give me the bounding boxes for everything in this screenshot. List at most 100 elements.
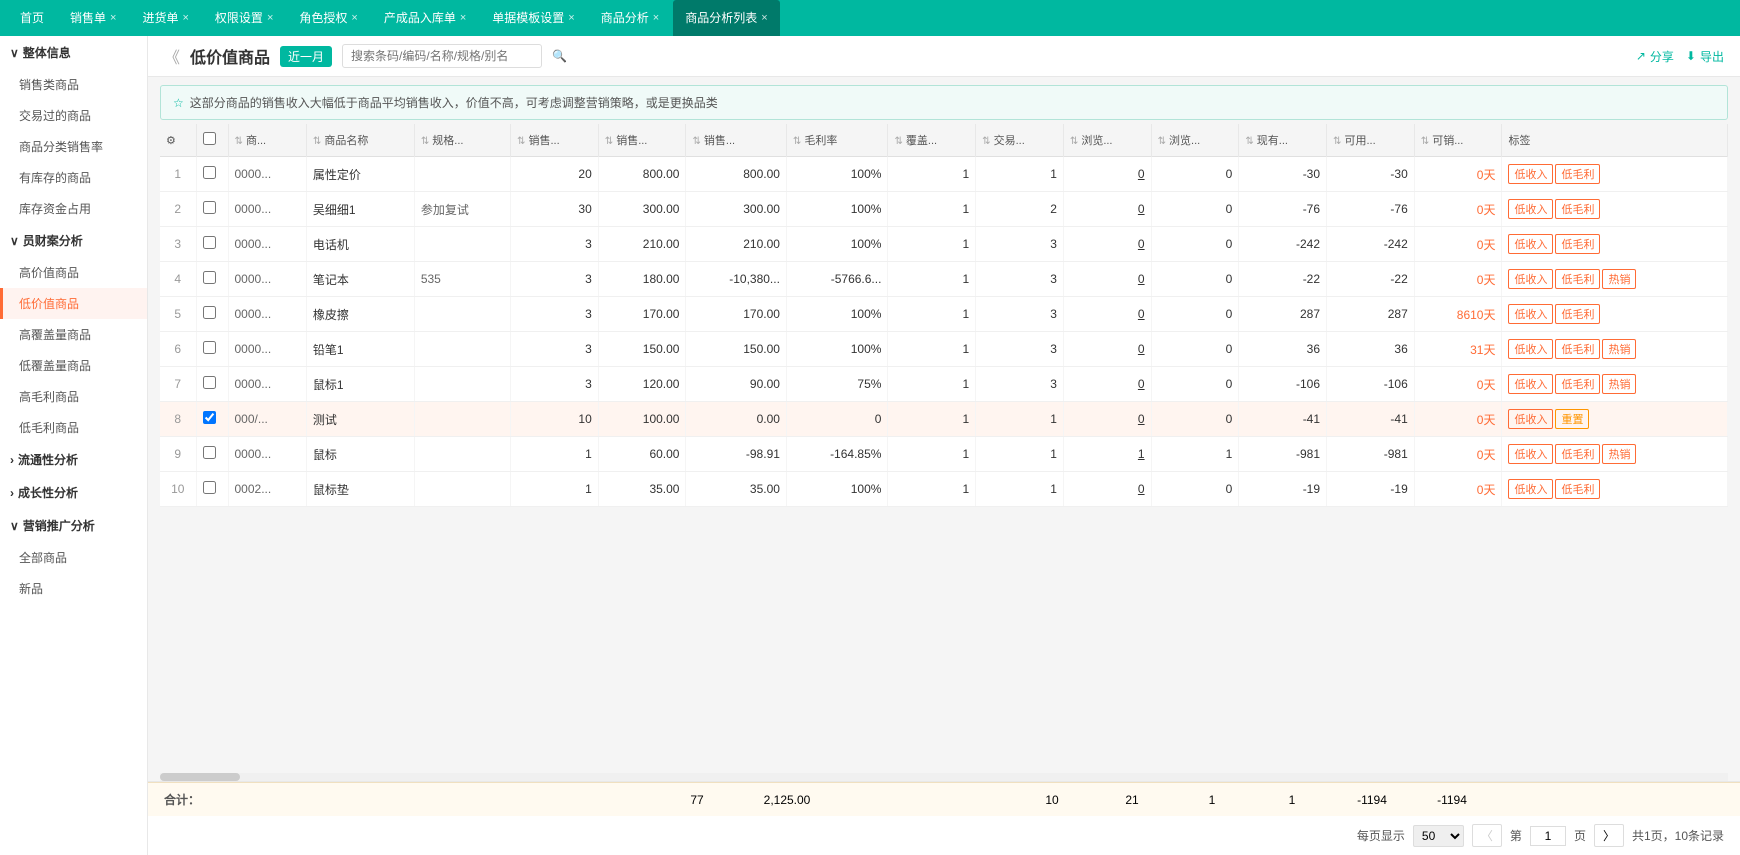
page-size-select[interactable]: 50 100: [1413, 825, 1464, 847]
views-link[interactable]: 0: [1138, 237, 1145, 251]
select-all-checkbox[interactable]: [203, 132, 216, 145]
views-link[interactable]: 0: [1138, 167, 1145, 181]
spec-column-header[interactable]: ⇅ 规格...: [414, 124, 510, 157]
row-margin: 75%: [786, 367, 888, 402]
collapse-sidebar-icon[interactable]: 《: [164, 44, 180, 68]
product-tag: 低收入: [1508, 374, 1553, 394]
close-icon[interactable]: ×: [653, 0, 659, 36]
nav-template[interactable]: 单据模板设置 ×: [480, 0, 586, 36]
export-button[interactable]: ⬇ 导出: [1686, 48, 1724, 65]
row-name: 橡皮擦: [306, 297, 414, 332]
data-table: ⚙ ⇅ 商... ⇅ 商品名称 ⇅ 规格... ⇅ 销售... ⇅ 销售... …: [160, 124, 1728, 507]
settings-column-header[interactable]: ⚙: [160, 124, 196, 157]
sidebar-group-overall[interactable]: ∨ 整体信息: [0, 36, 147, 69]
nav-goods-analysis[interactable]: 商品分析 ×: [589, 0, 671, 36]
product-tag: 低收入: [1508, 164, 1553, 184]
sidebar-item-low-value[interactable]: 低价值商品: [0, 288, 147, 319]
close-icon[interactable]: ×: [110, 0, 116, 36]
nav-product-in[interactable]: 产成品入库单 ×: [372, 0, 478, 36]
views-link[interactable]: 1: [1138, 447, 1145, 461]
search-input[interactable]: [342, 44, 542, 68]
row-checkbox[interactable]: [196, 297, 228, 332]
sidebar-group-finance[interactable]: ∨ 员财案分析: [0, 224, 147, 257]
horizontal-scrollbar[interactable]: [160, 773, 1728, 781]
row-checkbox[interactable]: [196, 157, 228, 192]
sales-qty-column-header[interactable]: ⇅ 销售...: [511, 124, 599, 157]
row-checkbox[interactable]: [196, 367, 228, 402]
close-icon[interactable]: ×: [460, 0, 466, 36]
filter-tag-recent-month[interactable]: 近一月: [280, 46, 332, 67]
views-link[interactable]: 0: [1138, 202, 1145, 216]
views-link[interactable]: 0: [1138, 377, 1145, 391]
sidebar-group-marketing[interactable]: ∨ 营销推广分析: [0, 509, 147, 542]
coverage-column-header[interactable]: ⇅ 覆盖...: [888, 124, 976, 157]
sidebar-item-low-margin[interactable]: 低毛利商品: [0, 412, 147, 443]
row-checkbox[interactable]: [196, 227, 228, 262]
share-icon: ↗: [1636, 49, 1646, 63]
close-icon[interactable]: ×: [761, 0, 767, 36]
checkbox-column-header[interactable]: [196, 124, 228, 157]
views-link[interactable]: 0: [1138, 272, 1145, 286]
row-sales-qty: 3: [511, 227, 599, 262]
sidebar-item-high-value[interactable]: 高价值商品: [0, 257, 147, 288]
row-trades: 3: [976, 332, 1064, 367]
views-link[interactable]: 0: [1138, 412, 1145, 426]
views-link[interactable]: 0: [1138, 482, 1145, 496]
sidebar-item-category-rate[interactable]: 商品分类销售率: [0, 131, 147, 162]
sales-val-column-header[interactable]: ⇅ 销售...: [686, 124, 786, 157]
scrollbar-thumb[interactable]: [160, 773, 240, 781]
row-name: 测试: [306, 402, 414, 437]
views1-column-header[interactable]: ⇅ 浏览...: [1063, 124, 1151, 157]
sidebar-item-new-goods[interactable]: 新品: [0, 573, 147, 604]
nav-home[interactable]: 首页: [8, 0, 56, 36]
views-link[interactable]: 0: [1138, 307, 1145, 321]
sidebar-item-sales-goods[interactable]: 销售类商品: [0, 69, 147, 100]
sidebar-group-growth[interactable]: › 成长性分析: [0, 476, 147, 509]
close-icon[interactable]: ×: [351, 0, 357, 36]
sidebar-item-stock-fund[interactable]: 库存资金占用: [0, 193, 147, 224]
name-column-header[interactable]: ⇅ 商品名称: [306, 124, 414, 157]
saleable-column-header[interactable]: ⇅ 可销...: [1414, 124, 1502, 157]
row-spec: [414, 157, 510, 192]
sidebar-item-high-coverage[interactable]: 高覆盖量商品: [0, 319, 147, 350]
row-checkbox[interactable]: [196, 472, 228, 507]
sidebar-item-traded-goods[interactable]: 交易过的商品: [0, 100, 147, 131]
total-coverage: 10: [1012, 793, 1092, 807]
margin-column-header[interactable]: ⇅ 毛利率: [786, 124, 888, 157]
nav-sales[interactable]: 销售单 ×: [58, 0, 128, 36]
views2-column-header[interactable]: ⇅ 浏览...: [1151, 124, 1239, 157]
row-checkbox[interactable]: [196, 192, 228, 227]
sidebar-item-all-goods[interactable]: 全部商品: [0, 542, 147, 573]
sidebar-item-stock-goods[interactable]: 有库存的商品: [0, 162, 147, 193]
views-link[interactable]: 0: [1138, 342, 1145, 356]
sidebar-item-high-margin[interactable]: 高毛利商品: [0, 381, 147, 412]
nav-permission[interactable]: 权限设置 ×: [203, 0, 285, 36]
row-tags: 低收入低毛利热销: [1502, 332, 1728, 367]
row-margin: 100%: [786, 472, 888, 507]
row-checkbox[interactable]: [196, 402, 228, 437]
row-checkbox[interactable]: [196, 437, 228, 472]
close-icon[interactable]: ×: [267, 0, 273, 36]
sales-amt-column-header[interactable]: ⇅ 销售...: [598, 124, 686, 157]
close-icon[interactable]: ×: [182, 0, 188, 36]
share-button[interactable]: ↗ 分享: [1636, 48, 1674, 65]
prev-page-button[interactable]: 〈: [1472, 824, 1502, 847]
nav-goods-analysis-list[interactable]: 商品分析列表 ×: [673, 0, 779, 36]
row-name: 吴细细1: [306, 192, 414, 227]
page-title: 低价值商品: [190, 44, 270, 68]
trades-column-header[interactable]: ⇅ 交易...: [976, 124, 1064, 157]
search-icon[interactable]: 🔍: [552, 49, 567, 63]
sidebar-item-low-coverage[interactable]: 低覆盖量商品: [0, 350, 147, 381]
code-column-header[interactable]: ⇅ 商...: [228, 124, 306, 157]
row-sales-val: 300.00: [686, 192, 786, 227]
stock1-column-header[interactable]: ⇅ 现有...: [1239, 124, 1327, 157]
avail-column-header[interactable]: ⇅ 可用...: [1327, 124, 1415, 157]
current-page-input[interactable]: [1530, 826, 1566, 846]
close-icon[interactable]: ×: [568, 0, 574, 36]
row-checkbox[interactable]: [196, 332, 228, 367]
row-checkbox[interactable]: [196, 262, 228, 297]
sidebar-group-flow[interactable]: › 流通性分析: [0, 443, 147, 476]
next-page-button[interactable]: 〉: [1594, 824, 1624, 847]
nav-role[interactable]: 角色授权 ×: [287, 0, 369, 36]
nav-purchase[interactable]: 进货单 ×: [130, 0, 200, 36]
